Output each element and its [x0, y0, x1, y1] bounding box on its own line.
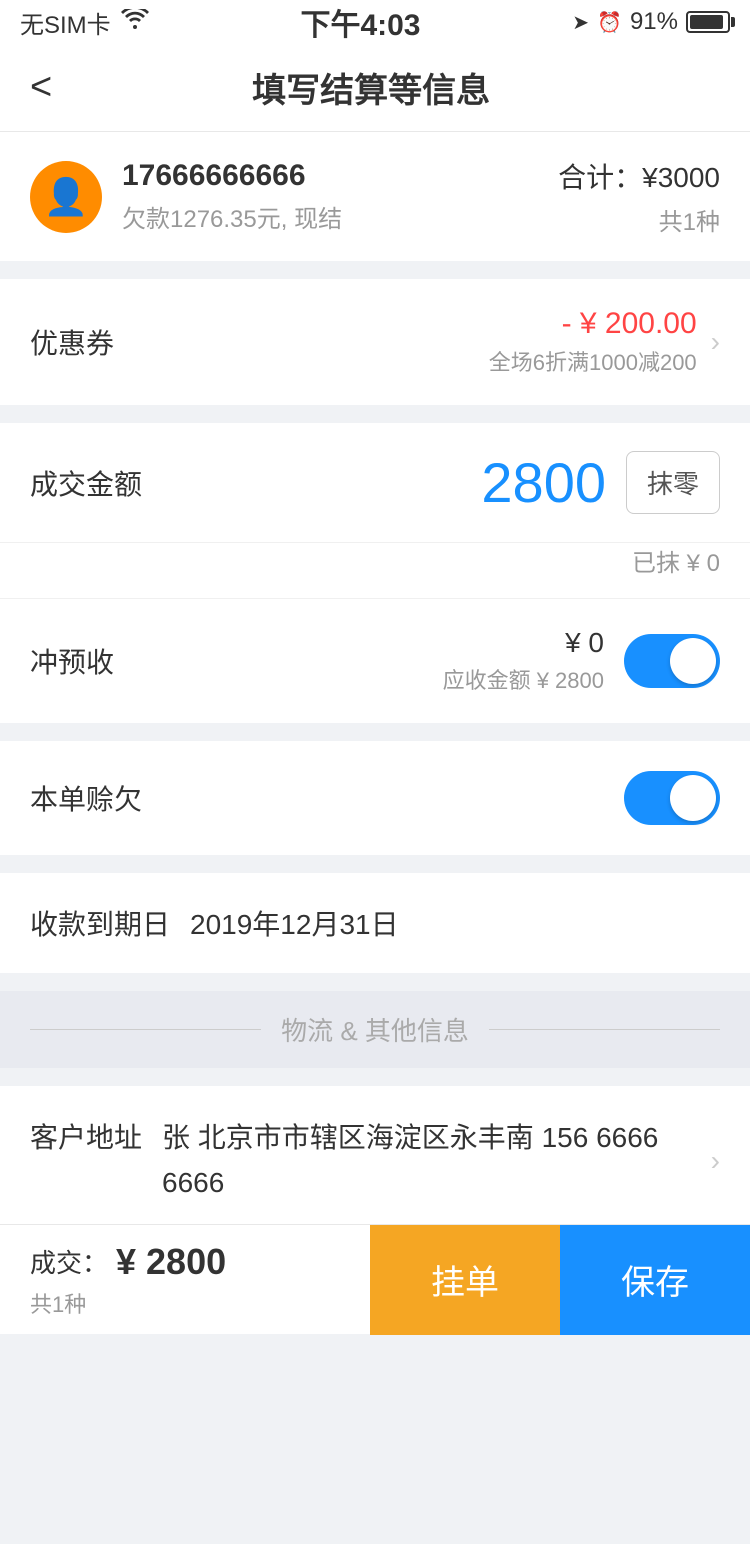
address-value: 张 北京市市辖区海淀区永丰南 156 6666 6666 [162, 1116, 681, 1206]
due-date-section: 收款到期日 2019年12月31日 [0, 873, 750, 973]
customer-phone: 17666666666 [122, 159, 558, 193]
hold-button-label: 挂单 [431, 1255, 499, 1304]
coupon-right: - ¥ 200.00 全场6折满1000减200 [489, 307, 697, 377]
divider-text: 物流 & 其他信息 [281, 1011, 469, 1048]
alarm-icon: ⏰ [597, 10, 622, 35]
deal-amount-value: 2800 [481, 455, 606, 511]
address-section[interactable]: 客户地址 张 北京市市辖区海淀区永丰南 156 6666 6666 › [0, 1086, 750, 1236]
debt-toggle-knob [670, 775, 716, 821]
deal-amount-label: 成交金额 [30, 463, 481, 503]
address-chevron-icon: › [711, 1145, 720, 1177]
divider-line-left [30, 1029, 261, 1030]
deal-amount-row: 成交金额 2800 抹零 [0, 423, 750, 543]
prepay-label: 冲预收 [30, 641, 443, 681]
bottom-bar: 成交： ¥ 2800 共1种 挂单 保存 [0, 1224, 750, 1334]
coupon-label: 优惠券 [30, 322, 489, 362]
divider-line-right [489, 1029, 720, 1030]
prepay-amount: ¥ 0 [565, 627, 604, 659]
prepay-receivable: 应收金额 ¥ 2800 [443, 663, 604, 695]
customer-info: 17666666666 欠款1276.35元, 现结 [122, 159, 558, 234]
chevron-right-icon: › [711, 326, 720, 358]
coupon-desc: 全场6折满1000减200 [489, 345, 697, 377]
deal-section: 成交金额 2800 抹零 已抹 ¥ 0 冲预收 ¥ 0 应收金额 ¥ 2800 [0, 423, 750, 723]
save-button[interactable]: 保存 [560, 1225, 750, 1335]
hold-button[interactable]: 挂单 [370, 1225, 560, 1335]
erase-button[interactable]: 抹零 [626, 451, 720, 514]
bottom-deal-label: 成交： [30, 1243, 108, 1280]
save-button-label: 保存 [621, 1255, 689, 1304]
battery-icon [686, 11, 730, 33]
debt-section: 本单赊欠 [0, 741, 750, 855]
customer-section: 👤 17666666666 欠款1276.35元, 现结 合计：¥3000 共1… [0, 132, 750, 261]
status-left: 无SIM卡 [20, 5, 149, 40]
coupon-amount: - ¥ 200.00 [489, 307, 697, 341]
page-title: 填写结算等信息 [72, 63, 670, 112]
amount-total: 合计：¥3000 [558, 156, 720, 196]
avatar-icon: 👤 [44, 176, 89, 218]
status-time: 下午4:03 [300, 0, 420, 44]
prepay-right: ¥ 0 应收金额 ¥ 2800 [443, 627, 604, 695]
battery-percent: 91% [630, 8, 678, 36]
location-icon: ➤ [572, 10, 589, 35]
no-sim-label: 无SIM卡 [20, 5, 111, 40]
status-right: ➤ ⏰ 91% [572, 8, 730, 36]
deal-right: 2800 抹零 [481, 451, 720, 514]
bottom-count: 共1种 [30, 1287, 340, 1319]
prepay-row: 冲预收 ¥ 0 应收金额 ¥ 2800 [0, 598, 750, 723]
wifi-icon [121, 8, 149, 36]
debt-label: 本单赊欠 [30, 778, 624, 818]
prepay-toggle[interactable] [624, 634, 720, 688]
toggle-knob [670, 638, 716, 684]
avatar: 👤 [30, 161, 102, 233]
status-bar: 无SIM卡 下午4:03 ➤ ⏰ 91% [0, 0, 750, 44]
customer-amount: 合计：¥3000 共1种 [558, 156, 720, 237]
amount-count: 共1种 [558, 202, 720, 237]
nav-bar: < 填写结算等信息 [0, 44, 750, 132]
coupon-section[interactable]: 优惠券 - ¥ 200.00 全场6折满1000减200 › [0, 279, 750, 405]
erased-label: 已抹 ¥ 0 [632, 550, 720, 577]
customer-sub: 欠款1276.35元, 现结 [122, 199, 558, 234]
back-button[interactable]: < [30, 66, 52, 109]
erased-row: 已抹 ¥ 0 [0, 543, 750, 598]
bottom-summary: 成交： ¥ 2800 共1种 [0, 1241, 370, 1319]
bottom-deal-row: 成交： ¥ 2800 [30, 1241, 340, 1283]
divider-section: 物流 & 其他信息 [0, 991, 750, 1068]
due-date-value: 2019年12月31日 [190, 903, 399, 943]
address-label: 客户地址 [30, 1116, 142, 1156]
bottom-deal-amount: ¥ 2800 [116, 1241, 226, 1283]
due-date-label: 收款到期日 [30, 903, 170, 943]
debt-toggle[interactable] [624, 771, 720, 825]
